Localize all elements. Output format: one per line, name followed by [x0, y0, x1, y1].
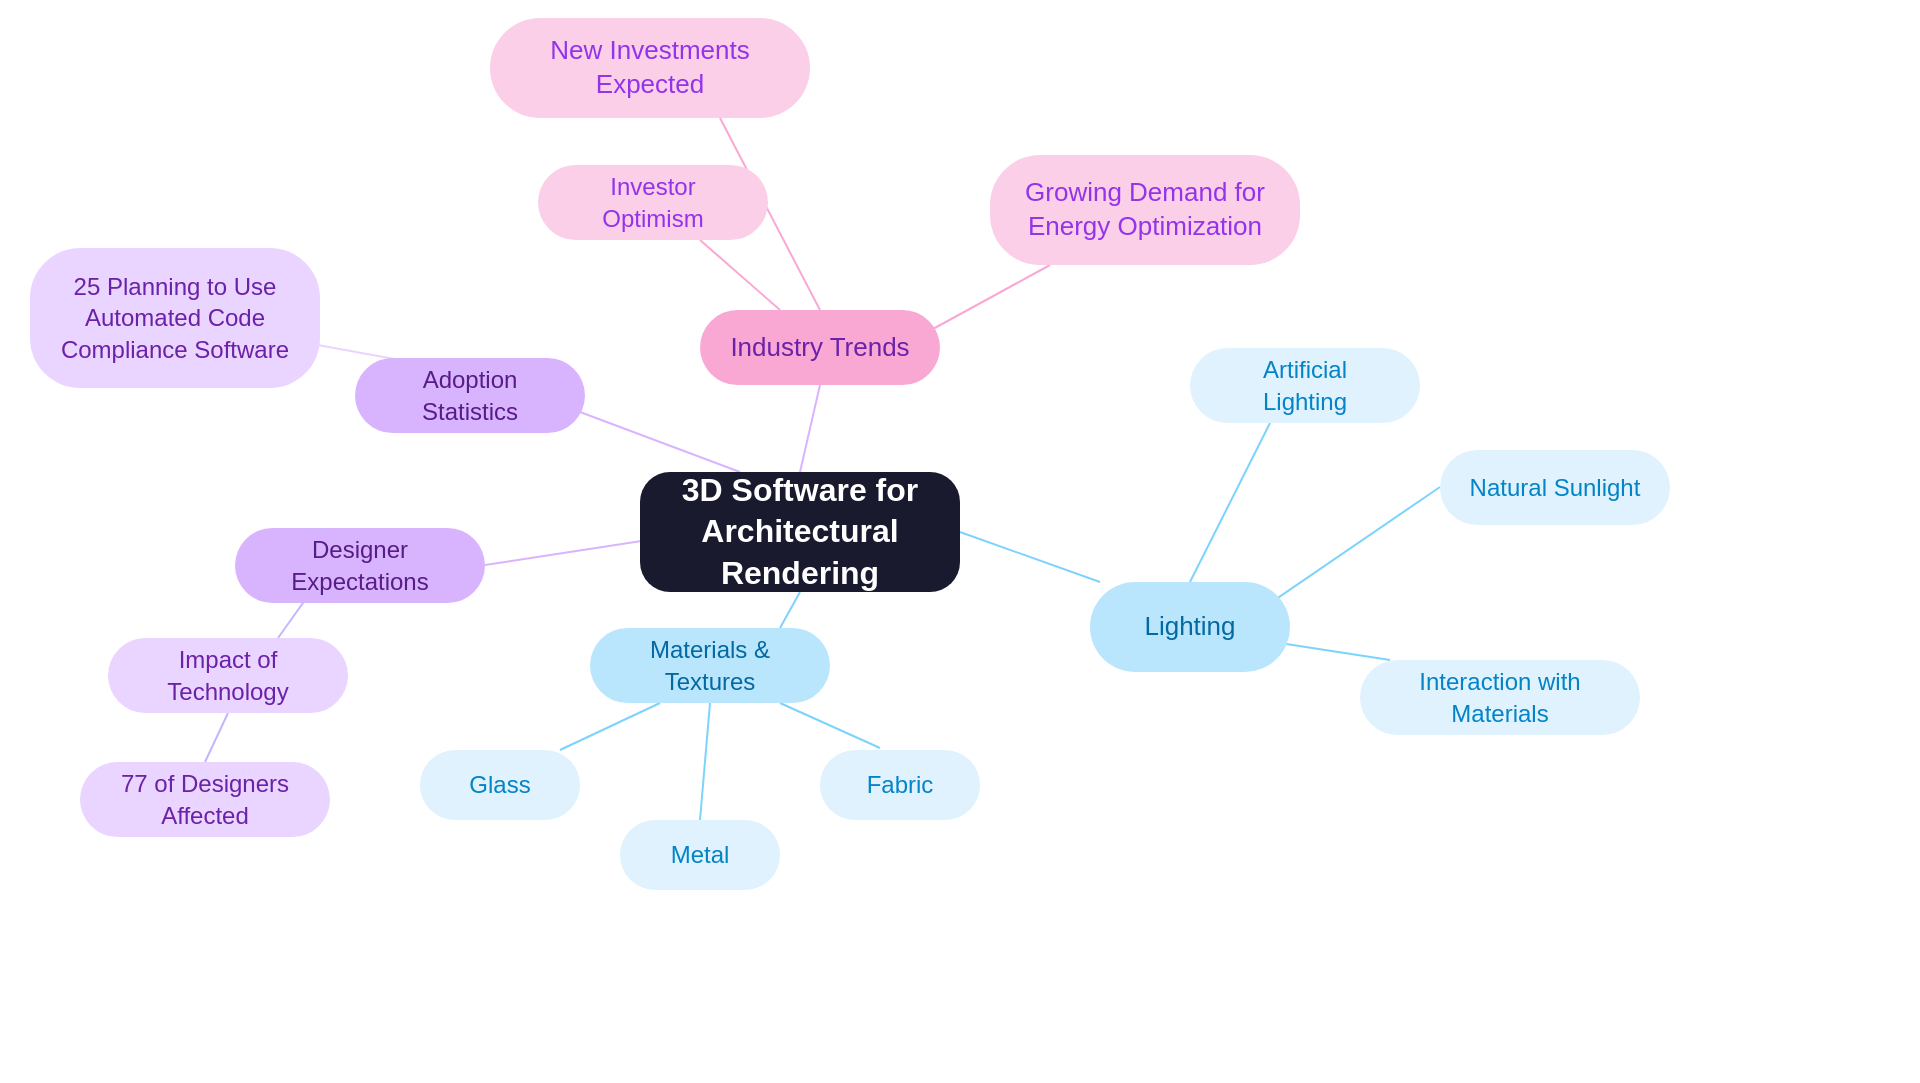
natural-sunlight-node: Natural Sunlight [1440, 450, 1670, 525]
svg-line-13 [960, 532, 1100, 582]
adoption-stats-node: Adoption Statistics [355, 358, 585, 433]
interaction-materials-node: Interaction with Materials [1360, 660, 1640, 735]
planning-code-node: 25 Planning to Use Automated Code Compli… [30, 248, 320, 388]
industry-trends-node: Industry Trends [700, 310, 940, 385]
materials-textures-node: Materials & Textures [590, 628, 830, 703]
designer-expectations-node: Designer Expectations [235, 528, 485, 603]
svg-line-11 [700, 703, 710, 820]
svg-line-0 [800, 385, 820, 472]
svg-line-2 [700, 240, 780, 310]
center-node: 3D Software for Architectural Rendering [640, 472, 960, 592]
svg-line-8 [205, 713, 228, 762]
svg-line-14 [1190, 423, 1270, 582]
growing-demand-node: Growing Demand for Energy Optimization [990, 155, 1300, 265]
fabric-node: Fabric [820, 750, 980, 820]
svg-line-15 [1260, 487, 1440, 610]
investor-optimism-node: Investor Optimism [538, 165, 768, 240]
metal-node: Metal [620, 820, 780, 890]
impact-tech-node: Impact of Technology [108, 638, 348, 713]
svg-line-12 [780, 703, 880, 748]
new-investments-node: New Investments Expected [490, 18, 810, 118]
svg-line-10 [560, 703, 660, 750]
glass-node: Glass [420, 750, 580, 820]
svg-line-9 [780, 592, 800, 628]
designers-affected-node: 77 of Designers Affected [80, 762, 330, 837]
artificial-lighting-node: Artificial Lighting [1190, 348, 1420, 423]
lighting-node: Lighting [1090, 582, 1290, 672]
